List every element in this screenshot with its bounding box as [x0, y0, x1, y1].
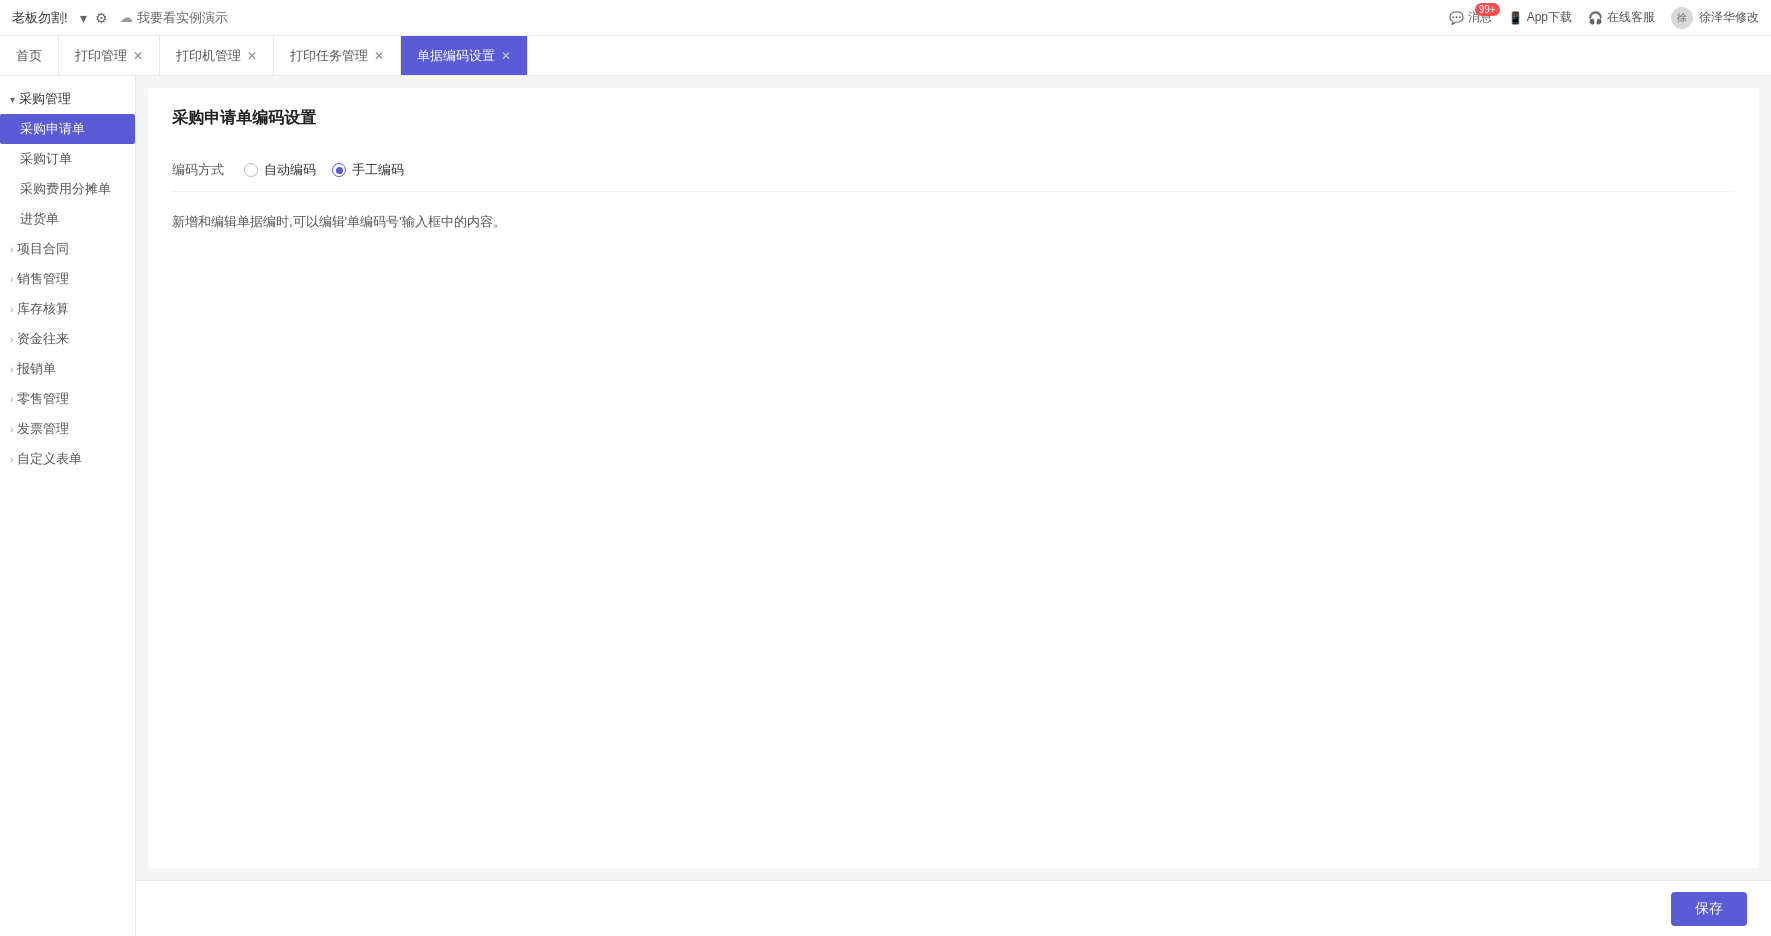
finance-label: 资金往来 — [17, 330, 69, 348]
sidebar-group-invoice-mgmt[interactable]: › 发票管理 — [0, 414, 135, 444]
app-download-label: App下载 — [1527, 9, 1572, 26]
retail-mgmt-label: 零售管理 — [17, 390, 69, 408]
tab-print-task-mgmt-label: 打印任务管理 — [290, 47, 368, 65]
finance-arrow: › — [10, 334, 13, 345]
user-section[interactable]: 徐 徐泽华修改 — [1671, 7, 1759, 29]
inventory-label: 库存核算 — [17, 300, 69, 318]
custom-forms-arrow: › — [10, 454, 13, 465]
sidebar-group-project-contract[interactable]: › 项目合同 — [0, 234, 135, 264]
purchase-mgmt-label: 采购管理 — [19, 90, 71, 108]
tab-print-mgmt-close[interactable]: ✕ — [133, 49, 143, 63]
footer-bar: 保存 — [136, 880, 1771, 936]
purchase-expense-label: 采购费用分摊单 — [20, 181, 111, 196]
top-bar: 老板勿割! ▾ ⚙ ☁ 我要看实例演示 💬 消息 99+ 📱 App下载 🎧 在… — [0, 0, 1771, 36]
sidebar: ▾ 采购管理 采购申请单 采购订单 采购费用分摊单 进货单 › 项目合同 › 销… — [0, 76, 136, 936]
online-support-label: 在线客服 — [1607, 9, 1655, 26]
sidebar-item-inbound[interactable]: 进货单 — [0, 204, 135, 234]
encoding-label: 编码方式 — [172, 161, 224, 179]
tab-printer-mgmt[interactable]: 打印机管理 ✕ — [160, 36, 274, 75]
radio-auto-circle — [244, 163, 258, 177]
invoice-mgmt-label: 发票管理 — [17, 420, 69, 438]
project-contract-label: 项目合同 — [17, 240, 69, 258]
sidebar-group-purchase-mgmt[interactable]: ▾ 采购管理 — [0, 84, 135, 114]
demo-cloud-icon: ☁ — [120, 10, 133, 25]
encoding-section: 编码方式 自动编码 手工编码 — [172, 149, 1735, 192]
message-icon: 💬 — [1449, 11, 1464, 25]
top-bar-right: 💬 消息 99+ 📱 App下载 🎧 在线客服 徐 徐泽华修改 — [1449, 7, 1759, 29]
app-download-action[interactable]: 📱 App下载 — [1508, 9, 1572, 26]
dropdown-icon[interactable]: ▾ — [80, 10, 87, 26]
tab-bar: 首页 打印管理 ✕ 打印机管理 ✕ 打印任务管理 ✕ 单据编码设置 ✕ — [0, 36, 1771, 76]
tab-barcode-settings-label: 单据编码设置 — [417, 47, 495, 65]
avatar-text: 徐 — [1677, 11, 1687, 25]
tab-home[interactable]: 首页 — [0, 36, 59, 75]
username: 徐泽华修改 — [1699, 9, 1759, 26]
returns-label: 报销单 — [17, 360, 56, 378]
radio-group: 自动编码 手工编码 — [244, 161, 404, 179]
sidebar-group-sales-mgmt[interactable]: › 销售管理 — [0, 264, 135, 294]
inventory-arrow: › — [10, 304, 13, 315]
tab-barcode-settings-close[interactable]: ✕ — [501, 49, 511, 63]
support-icon: 🎧 — [1588, 11, 1603, 25]
tab-print-mgmt-label: 打印管理 — [75, 47, 127, 65]
tab-print-task-mgmt-close[interactable]: ✕ — [374, 49, 384, 63]
online-support-action[interactable]: 🎧 在线客服 — [1588, 9, 1655, 26]
description-text: 新增和编辑单据编时,可以编辑'单编码号'输入框中的内容。 — [172, 212, 1735, 233]
sidebar-group-custom-forms[interactable]: › 自定义表单 — [0, 444, 135, 474]
radio-manual-circle — [332, 163, 346, 177]
tab-barcode-settings[interactable]: 单据编码设置 ✕ — [401, 36, 528, 75]
settings-icon[interactable]: ⚙ — [95, 10, 108, 26]
radio-auto-encoding[interactable]: 自动编码 — [244, 161, 316, 179]
purchase-order-label: 采购订单 — [20, 151, 72, 166]
demo-text: 我要看实例演示 — [137, 9, 228, 27]
main-layout: ▾ 采购管理 采购申请单 采购订单 采购费用分摊单 进货单 › 项目合同 › 销… — [0, 76, 1771, 936]
demo-link[interactable]: ☁ 我要看实例演示 — [120, 9, 228, 27]
sidebar-group-returns[interactable]: › 报销单 — [0, 354, 135, 384]
app-download-icon: 📱 — [1508, 11, 1523, 25]
radio-auto-label: 自动编码 — [264, 161, 316, 179]
content-area: 采购申请单编码设置 编码方式 自动编码 手工编码 — [136, 76, 1771, 936]
purchase-mgmt-arrow: ▾ — [10, 94, 15, 105]
sidebar-group-inventory[interactable]: › 库存核算 — [0, 294, 135, 324]
invoice-mgmt-arrow: › — [10, 424, 13, 435]
tab-printer-mgmt-label: 打印机管理 — [176, 47, 241, 65]
tab-print-task-mgmt[interactable]: 打印任务管理 ✕ — [274, 36, 401, 75]
content-inner: 采购申请单编码设置 编码方式 自动编码 手工编码 — [148, 88, 1759, 868]
radio-manual-encoding[interactable]: 手工编码 — [332, 161, 404, 179]
sidebar-item-purchase-request[interactable]: 采购申请单 — [0, 114, 135, 144]
top-bar-icons: ▾ ⚙ — [80, 10, 108, 26]
sales-mgmt-label: 销售管理 — [17, 270, 69, 288]
sales-mgmt-arrow: › — [10, 274, 13, 285]
radio-manual-label: 手工编码 — [352, 161, 404, 179]
tab-print-mgmt[interactable]: 打印管理 ✕ — [59, 36, 160, 75]
sidebar-group-retail-mgmt[interactable]: › 零售管理 — [0, 384, 135, 414]
retail-mgmt-arrow: › — [10, 394, 13, 405]
avatar: 徐 — [1671, 7, 1693, 29]
app-title: 老板勿割! — [12, 9, 68, 27]
purchase-request-label: 采购申请单 — [20, 121, 85, 136]
sidebar-item-purchase-order[interactable]: 采购订单 — [0, 144, 135, 174]
tab-printer-mgmt-close[interactable]: ✕ — [247, 49, 257, 63]
top-bar-left: 老板勿割! ▾ ⚙ ☁ 我要看实例演示 — [12, 9, 228, 27]
project-contract-arrow: › — [10, 244, 13, 255]
page-title: 采购申请单编码设置 — [172, 108, 1735, 129]
sidebar-item-purchase-expense[interactable]: 采购费用分摊单 — [0, 174, 135, 204]
custom-forms-label: 自定义表单 — [17, 450, 82, 468]
inbound-label: 进货单 — [20, 211, 59, 226]
tab-home-label: 首页 — [16, 47, 42, 65]
messages-action[interactable]: 💬 消息 99+ — [1449, 9, 1492, 26]
save-button[interactable]: 保存 — [1671, 892, 1747, 926]
message-badge: 99+ — [1475, 3, 1500, 16]
sidebar-group-finance[interactable]: › 资金往来 — [0, 324, 135, 354]
returns-arrow: › — [10, 364, 13, 375]
